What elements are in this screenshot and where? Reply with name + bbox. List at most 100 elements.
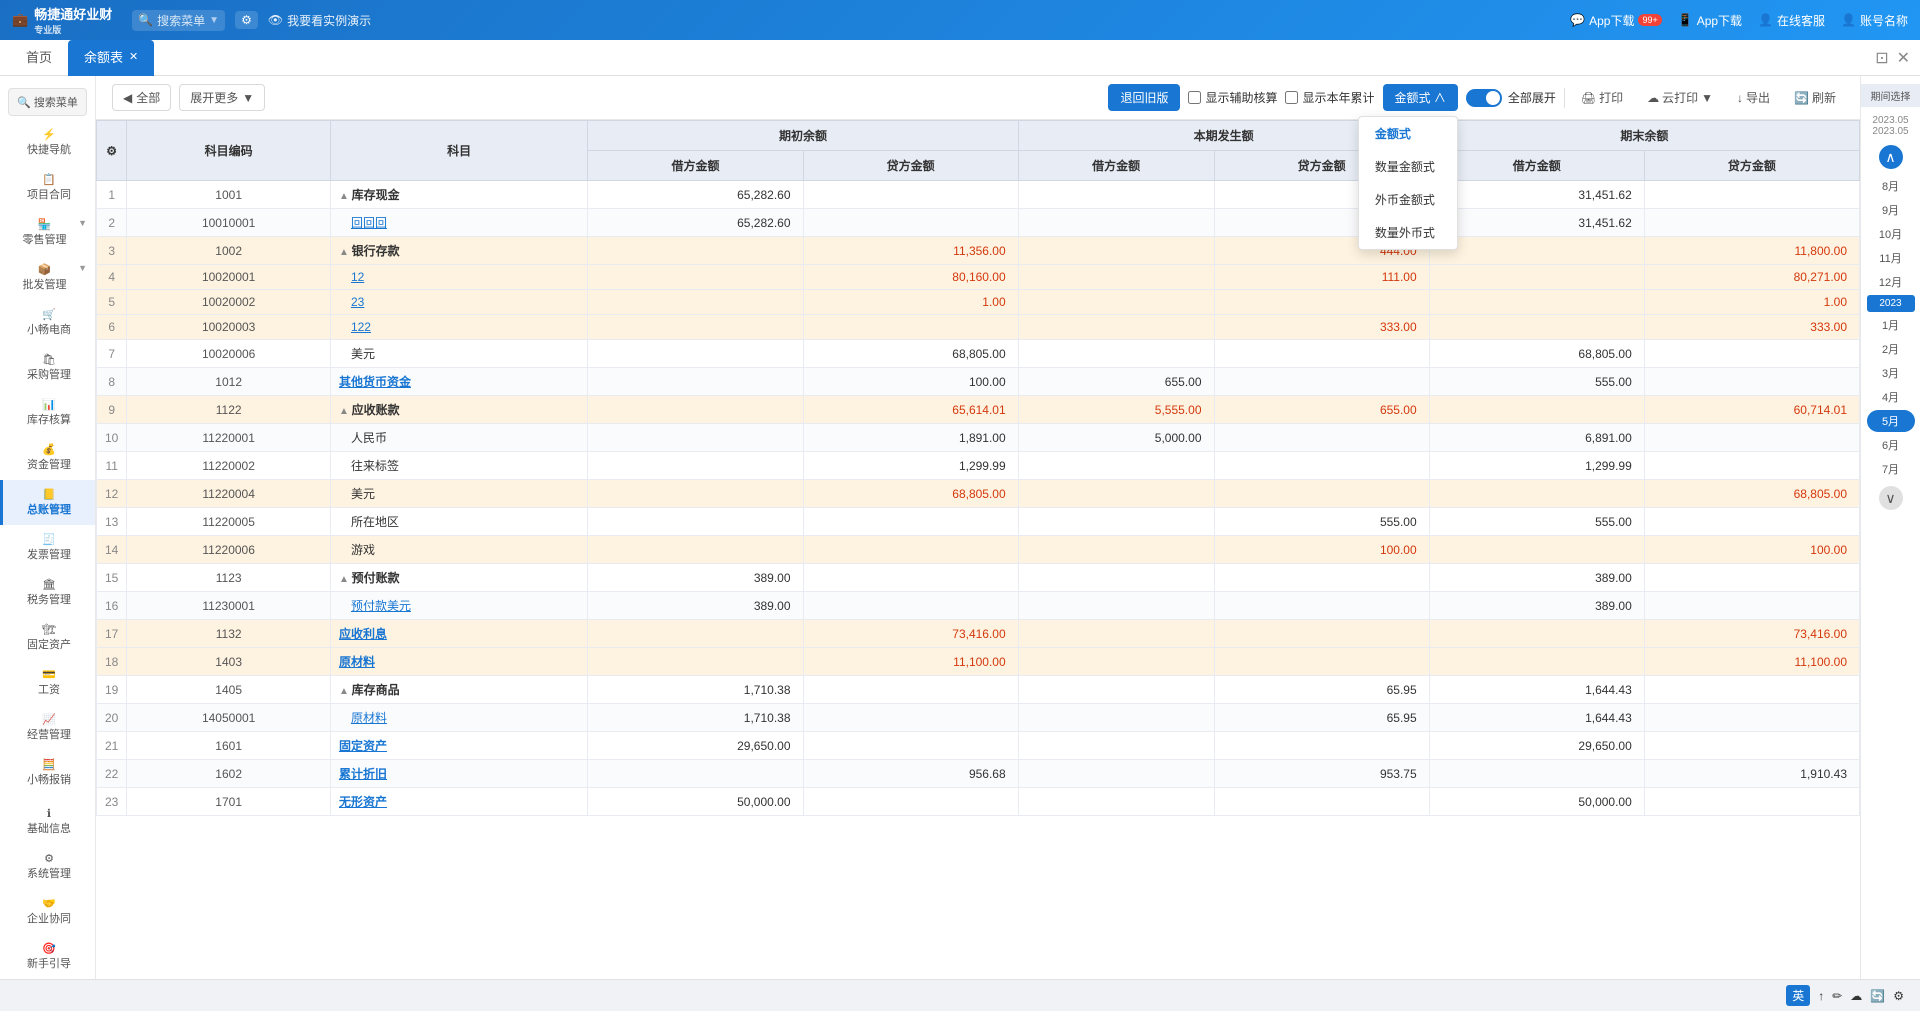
month-12[interactable]: 12月 (1867, 271, 1915, 293)
name-link-22[interactable]: 无形资产 (339, 795, 387, 809)
sidebar-item-invoice[interactable]: 🧾 发票管理 (0, 525, 95, 570)
online-service-btn[interactable]: 👤 在线客服 (1758, 12, 1825, 29)
month-6[interactable]: 6月 (1867, 434, 1915, 456)
sidebar-item-system[interactable]: ⚙ 系统管理 (0, 844, 95, 889)
sidebar-item-capital[interactable]: 💰 资金管理 (0, 435, 95, 480)
app-download-btn[interactable]: 📱 App下载 (1678, 12, 1742, 29)
year-2023[interactable]: 2023 (1867, 295, 1915, 312)
notification-btn[interactable]: 💬 App下载 99+ (1570, 12, 1662, 29)
td-name-7[interactable]: 其他货币资金 (330, 368, 587, 396)
sidebar-item-guide[interactable]: 🎯 新手引导 (0, 934, 95, 979)
month-5[interactable]: 5月 (1867, 410, 1915, 432)
year-checkbox-input[interactable] (1285, 91, 1298, 104)
name-link-3[interactable]: 12 (351, 270, 364, 284)
amount-option-2[interactable]: 数量金额式 (1359, 150, 1457, 183)
td-name-14[interactable]: ▲ 预付账款 (330, 564, 587, 592)
sidebar-item-partner[interactable]: 🤝 企业协同 (0, 889, 95, 934)
return-old-btn[interactable]: 退回旧版 (1108, 84, 1180, 111)
name-link-15[interactable]: 预付款美元 (351, 599, 411, 613)
month-2[interactable]: 2月 (1867, 338, 1915, 360)
period-expand-up-btn[interactable]: ∧ (1879, 145, 1903, 169)
name-link-1[interactable]: 回回回 (351, 216, 387, 230)
sidebar-item-operations[interactable]: 📈 经营管理 (0, 705, 95, 750)
bottom-icon-5[interactable]: ⚙ (1893, 989, 1904, 1003)
td-name-3[interactable]: 12 (330, 265, 587, 290)
td-name-2[interactable]: ▲ 银行存款 (330, 237, 587, 265)
td-name-19[interactable]: 原材料 (330, 704, 587, 732)
name-link-19[interactable]: 原材料 (351, 711, 387, 725)
amount-option-3[interactable]: 外币金额式 (1359, 183, 1457, 216)
top-search-placeholder[interactable]: 搜索菜单 (157, 12, 205, 29)
name-link-20[interactable]: 固定资产 (339, 739, 387, 753)
month-3[interactable]: 3月 (1867, 362, 1915, 384)
sidebar-item-basic[interactable]: ℹ 基础信息 (0, 799, 95, 844)
amount-option-4[interactable]: 数量外币式 (1359, 216, 1457, 249)
search-bar-wrap[interactable]: 🔍 搜索菜单 ▼ (132, 10, 225, 31)
name-link-4[interactable]: 23 (351, 295, 364, 309)
td-name-21[interactable]: 累计折旧 (330, 760, 587, 788)
sidebar-item-purchase[interactable]: 🛍 采购管理 (0, 345, 95, 390)
sidebar-item-tax[interactable]: 🏛 税务管理 (0, 570, 95, 615)
show-year-checkbox[interactable]: 显示本年累计 (1285, 89, 1374, 106)
month-8[interactable]: 8月 (1867, 175, 1915, 197)
sidebar-item-quick-nav[interactable]: ⚡ 快捷导航 (0, 120, 95, 165)
td-name-8[interactable]: ▲ 应收账款 (330, 396, 587, 424)
month-1[interactable]: 1月 (1867, 314, 1915, 336)
name-link-5[interactable]: 122 (351, 320, 371, 334)
sidebar-item-assets[interactable]: 🏗 固定资产 (0, 615, 95, 660)
sidebar-item-payroll[interactable]: 💳 工资 (0, 660, 95, 705)
bottom-icon-1[interactable]: ↑ (1818, 989, 1824, 1003)
month-7[interactable]: 7月 (1867, 458, 1915, 480)
tab-home[interactable]: 首页 (10, 40, 68, 76)
td-name-20[interactable]: 固定资产 (330, 732, 587, 760)
td-name-22[interactable]: 无形资产 (330, 788, 587, 816)
name-link-17[interactable]: 原材料 (339, 655, 375, 669)
month-11[interactable]: 11月 (1867, 247, 1915, 269)
tab-close-icon[interactable]: ✕ (129, 50, 138, 63)
bottom-lang[interactable]: 英 (1786, 985, 1810, 1006)
month-9[interactable]: 9月 (1867, 199, 1915, 221)
month-4[interactable]: 4月 (1867, 386, 1915, 408)
expand-all-toggle[interactable]: 全部展开 (1466, 89, 1556, 107)
expand-btn[interactable]: 展开更多 ▼ (179, 84, 265, 111)
settings-btn[interactable]: ⚙ (235, 11, 258, 29)
sidebar-item-report[interactable]: 🧮 小畅报销 (0, 750, 95, 795)
name-link-21[interactable]: 累计折旧 (339, 767, 387, 781)
amount-style-btn[interactable]: 金额式 ∧ (1383, 84, 1458, 111)
demo-link[interactable]: 👁 我要看实例演示 (268, 12, 371, 29)
amount-option-1[interactable]: 金额式 (1359, 117, 1457, 150)
sidebar-search-btn[interactable]: 🔍 搜索菜单 (8, 88, 87, 116)
bottom-icon-2[interactable]: ✏ (1832, 989, 1842, 1003)
period-collapse-btn[interactable]: ∨ (1879, 486, 1903, 510)
th-settings[interactable]: ⚙ (97, 121, 127, 181)
td-name-16[interactable]: 应收利息 (330, 620, 587, 648)
td-name-4[interactable]: 23 (330, 290, 587, 315)
print-btn[interactable]: 🖨 打印 (1573, 84, 1631, 111)
sidebar-item-ecommerce[interactable]: 🛒 小畅电商 (0, 300, 95, 345)
month-10[interactable]: 10月 (1867, 223, 1915, 245)
sidebar-item-project[interactable]: 📋 项目合同 (0, 165, 95, 210)
bottom-icon-3[interactable]: ☁ (1850, 989, 1862, 1003)
export-btn[interactable]: ↓ 导出 (1729, 84, 1778, 111)
name-link-16[interactable]: 应收利息 (339, 627, 387, 641)
assist-checkbox-input[interactable] (1188, 91, 1201, 104)
bottom-icon-4[interactable]: 🔄 (1870, 989, 1885, 1003)
sidebar-item-inventory[interactable]: 📊 库存核算 (0, 390, 95, 435)
td-name-17[interactable]: 原材料 (330, 648, 587, 676)
sidebar-item-retail[interactable]: 🏪 零售管理 ▼ (0, 210, 95, 255)
user-avatar[interactable]: 👤 账号名称 (1841, 12, 1908, 29)
toggle-switch-control[interactable] (1466, 89, 1502, 107)
cloud-print-btn[interactable]: ☁ 云打印 ▼ (1639, 84, 1721, 111)
td-name-18[interactable]: ▲ 库存商品 (330, 676, 587, 704)
tab-close-all[interactable]: ⊡ ✕ (1875, 48, 1910, 68)
sidebar-item-wholesale[interactable]: 📦 批发管理 ▼ (0, 255, 95, 300)
sidebar-item-ledger[interactable]: 📒 总账管理 (0, 480, 95, 525)
td-name-5[interactable]: 122 (330, 315, 587, 340)
refresh-btn[interactable]: 🔄 刷新 (1786, 84, 1844, 111)
back-btn[interactable]: ◀ 全部 (112, 84, 171, 111)
td-name-1[interactable]: 回回回 (330, 209, 587, 237)
td-name-0[interactable]: ▲ 库存现金 (330, 181, 587, 209)
name-link-7[interactable]: 其他货币资金 (339, 375, 411, 389)
tab-balance[interactable]: 余额表 ✕ (68, 40, 154, 76)
show-assist-checkbox[interactable]: 显示辅助核算 (1188, 89, 1277, 106)
